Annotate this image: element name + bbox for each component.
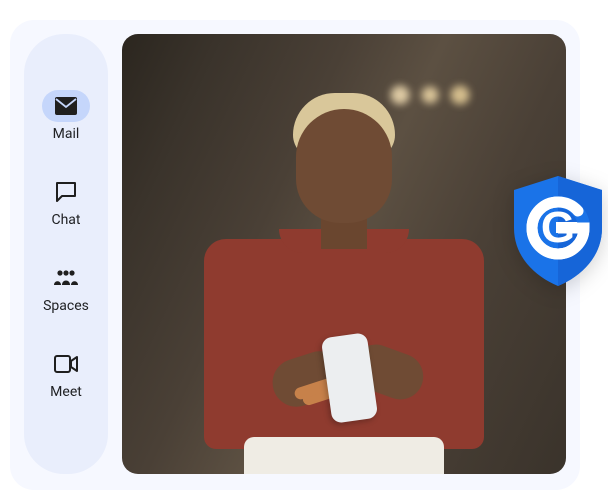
person-illustration <box>194 87 494 474</box>
spaces-icon <box>42 262 90 294</box>
app-container: Mail Chat Spaces <box>10 20 580 490</box>
mail-icon <box>42 90 90 122</box>
hero-photo <box>122 34 566 474</box>
chat-icon <box>42 176 90 208</box>
sidebar-item-label: Mail <box>53 126 80 142</box>
google-shield-badge: G <box>508 172 608 290</box>
badge-letter: G <box>541 203 575 252</box>
sidebar-item-mail[interactable]: Mail <box>42 90 90 142</box>
sidebar-item-spaces[interactable]: Spaces <box>42 262 90 314</box>
sidebar-item-label: Spaces <box>43 298 89 314</box>
sidebar-item-meet[interactable]: Meet <box>42 348 90 400</box>
sidebar-item-label: Chat <box>51 212 80 228</box>
meet-icon <box>42 348 90 380</box>
sidebar: Mail Chat Spaces <box>24 34 108 474</box>
sidebar-item-label: Meet <box>50 384 82 400</box>
sidebar-item-chat[interactable]: Chat <box>42 176 90 228</box>
